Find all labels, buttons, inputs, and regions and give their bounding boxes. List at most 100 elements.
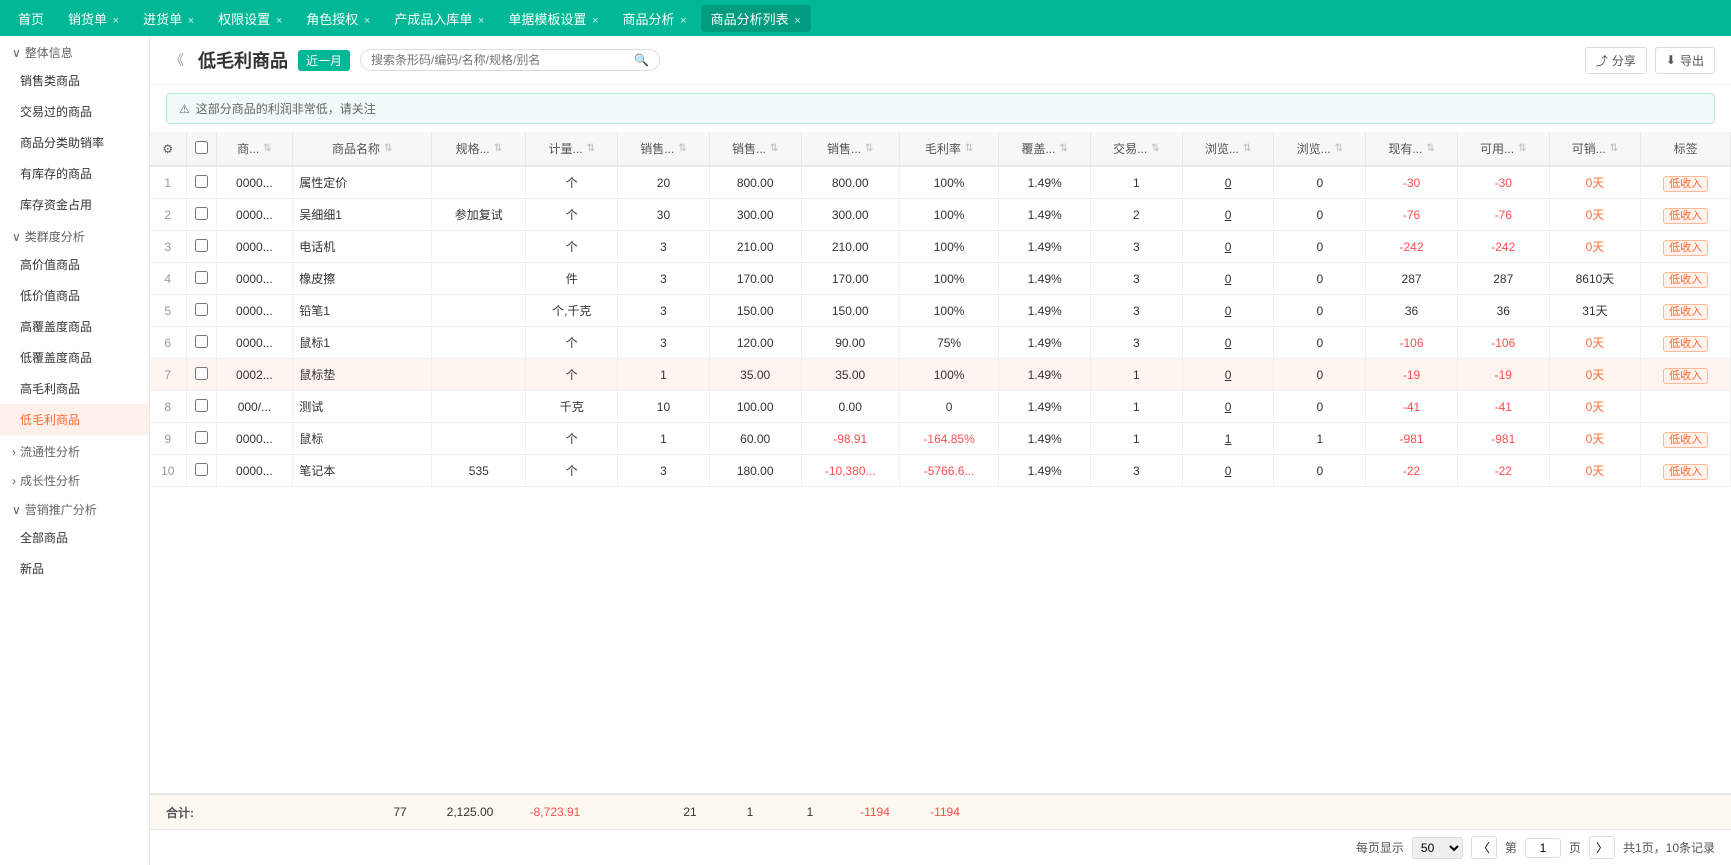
row-views1[interactable]: 0 <box>1182 263 1274 295</box>
nav-close-roles[interactable]: × <box>364 15 370 27</box>
search-input[interactable] <box>371 53 629 67</box>
sort-icon-spec[interactable]: ⇅ <box>494 143 502 154</box>
th-sellable-days: 可销...⇅ <box>1549 132 1641 166</box>
row-checkbox[interactable] <box>186 359 216 391</box>
sidebar-item-high-value[interactable]: 高价值商品 <box>0 249 149 280</box>
row-views1[interactable]: 0 <box>1182 295 1274 327</box>
filter-tag-button[interactable]: 近一月 <box>298 50 350 71</box>
sidebar-group-growth[interactable]: › 成长性分析 <box>0 464 149 493</box>
sort-icon-usable[interactable]: ⇅ <box>1518 143 1526 154</box>
nav-close-analysis-list[interactable]: × <box>794 15 800 27</box>
th-settings[interactable]: ⚙ <box>150 132 186 166</box>
select-all-checkbox[interactable] <box>195 141 208 154</box>
nav-close-purchase[interactable]: × <box>188 15 194 27</box>
row-checkbox[interactable] <box>186 166 216 199</box>
nav-sales[interactable]: 销货单 × <box>58 5 129 32</box>
nav-close-analysis[interactable]: × <box>680 15 686 27</box>
row-views1[interactable]: 0 <box>1182 166 1274 199</box>
sidebar-item-all-goods[interactable]: 全部商品 <box>0 522 149 553</box>
row-sales-profit: 90.00 <box>801 327 899 359</box>
nav-templates[interactable]: 单据模板设置 × <box>498 5 608 32</box>
sort-icon-sales-price[interactable]: ⇅ <box>770 143 778 154</box>
row-checkbox[interactable] <box>186 423 216 455</box>
sort-icon-views1[interactable]: ⇅ <box>1243 143 1251 154</box>
sort-icon-code[interactable]: ⇅ <box>263 143 271 154</box>
nav-close-products[interactable]: × <box>478 15 484 27</box>
nav-purchase[interactable]: 进货单 × <box>133 5 204 32</box>
row-coverage: 1.49% <box>999 423 1091 455</box>
sort-icon-days[interactable]: ⇅ <box>1610 143 1618 154</box>
nav-products[interactable]: 产成品入库单 × <box>384 5 494 32</box>
sidebar-group-cluster[interactable]: ∨ 类群度分析 <box>0 220 149 249</box>
sidebar-group-overall[interactable]: ∨ 整体信息 <box>0 36 149 65</box>
share-button[interactable]: ⤴ 分享 <box>1585 47 1647 74</box>
page-number-input[interactable] <box>1525 838 1561 858</box>
nav-close-sales[interactable]: × <box>113 15 119 27</box>
row-checkbox[interactable] <box>186 231 216 263</box>
settings-icon[interactable]: ⚙ <box>162 142 173 156</box>
row-checkbox[interactable] <box>186 391 216 423</box>
row-trade-times: 1 <box>1091 166 1183 199</box>
nav-permissions[interactable]: 权限设置 × <box>208 5 292 32</box>
row-spec <box>432 295 526 327</box>
sort-icon-gross-margin[interactable]: ⇅ <box>965 143 973 154</box>
sort-icon-unit[interactable]: ⇅ <box>587 143 595 154</box>
export-button[interactable]: ⬇ 导出 <box>1655 47 1715 74</box>
sort-icon-sales-profit[interactable]: ⇅ <box>865 143 873 154</box>
sidebar-item-low-value[interactable]: 低价值商品 <box>0 280 149 311</box>
sidebar-item-high-coverage[interactable]: 高覆盖度商品 <box>0 311 149 342</box>
nav-close-templates[interactable]: × <box>592 15 598 27</box>
nav-home[interactable]: 首页 <box>8 5 54 32</box>
table-body: 1 0000... 属性定价 个 20 800.00 800.00 100% 1… <box>150 166 1731 487</box>
sidebar-item-category-rate[interactable]: 商品分类助销率 <box>0 127 149 158</box>
sidebar-item-low-coverage[interactable]: 低覆盖度商品 <box>0 342 149 373</box>
row-sellable-days: 0天 <box>1549 166 1641 199</box>
sidebar-item-stocked-goods[interactable]: 有库存的商品 <box>0 158 149 189</box>
page-size-select[interactable]: 50 100 200 <box>1412 837 1463 859</box>
th-views2: 浏览...⇅ <box>1274 132 1366 166</box>
sidebar-group-marketing[interactable]: ∨ 营销推广分析 <box>0 493 149 522</box>
row-views1[interactable]: 0 <box>1182 327 1274 359</box>
nav-close-permissions[interactable]: × <box>276 15 282 27</box>
row-views1[interactable]: 0 <box>1182 359 1274 391</box>
nav-analysis-list[interactable]: 商品分析列表 × <box>701 5 811 32</box>
row-views1[interactable]: 0 <box>1182 199 1274 231</box>
row-views1[interactable]: 0 <box>1182 455 1274 487</box>
sidebar-group-flow[interactable]: › 流通性分析 <box>0 435 149 464</box>
row-sales-qty: 20 <box>618 166 710 199</box>
row-checkbox[interactable] <box>186 295 216 327</box>
row-checkbox[interactable] <box>186 455 216 487</box>
row-stock-usable: -30 <box>1457 166 1549 199</box>
row-checkbox[interactable] <box>186 327 216 359</box>
row-unit: 个 <box>526 423 618 455</box>
row-views1[interactable]: 0 <box>1182 391 1274 423</box>
sort-icon-trade[interactable]: ⇅ <box>1151 143 1159 154</box>
row-sales-price: 60.00 <box>709 423 801 455</box>
pagination-bar: 每页显示 50 100 200 〈 第 页 〉 共1页，10条记录 <box>150 829 1731 865</box>
search-icon[interactable]: 🔍 <box>634 53 649 67</box>
sidebar-item-stock-funds[interactable]: 库存资金占用 <box>0 189 149 220</box>
sidebar-item-sales-goods[interactable]: 销售类商品 <box>0 65 149 96</box>
sidebar-item-high-margin[interactable]: 高毛利商品 <box>0 373 149 404</box>
collapse-sidebar-button[interactable]: 《 <box>166 46 188 74</box>
row-sales-profit: 800.00 <box>801 166 899 199</box>
sidebar-item-new-goods[interactable]: 新品 <box>0 553 149 584</box>
sort-icon-stock[interactable]: ⇅ <box>1426 143 1434 154</box>
sort-icon-name[interactable]: ⇅ <box>384 143 392 154</box>
next-page-button[interactable]: 〉 <box>1589 836 1615 859</box>
row-views1[interactable]: 0 <box>1182 231 1274 263</box>
row-checkbox[interactable] <box>186 263 216 295</box>
sort-icon-sales-qty[interactable]: ⇅ <box>678 143 686 154</box>
th-checkbox[interactable] <box>186 132 216 166</box>
sort-icon-views2[interactable]: ⇅ <box>1335 143 1343 154</box>
search-box[interactable]: 🔍 <box>360 49 660 71</box>
sidebar-item-low-margin[interactable]: 低毛利商品 <box>0 404 149 435</box>
sort-icon-coverage[interactable]: ⇅ <box>1059 143 1067 154</box>
row-views1[interactable]: 1 <box>1182 423 1274 455</box>
prev-page-button[interactable]: 〈 <box>1471 836 1497 859</box>
nav-analysis[interactable]: 商品分析 × <box>612 5 696 32</box>
table-row: 9 0000... 鼠标 个 1 60.00 -98.91 -164.85% 1… <box>150 423 1731 455</box>
nav-roles[interactable]: 角色授权 × <box>296 5 380 32</box>
sidebar-item-traded-goods[interactable]: 交易过的商品 <box>0 96 149 127</box>
row-checkbox[interactable] <box>186 199 216 231</box>
